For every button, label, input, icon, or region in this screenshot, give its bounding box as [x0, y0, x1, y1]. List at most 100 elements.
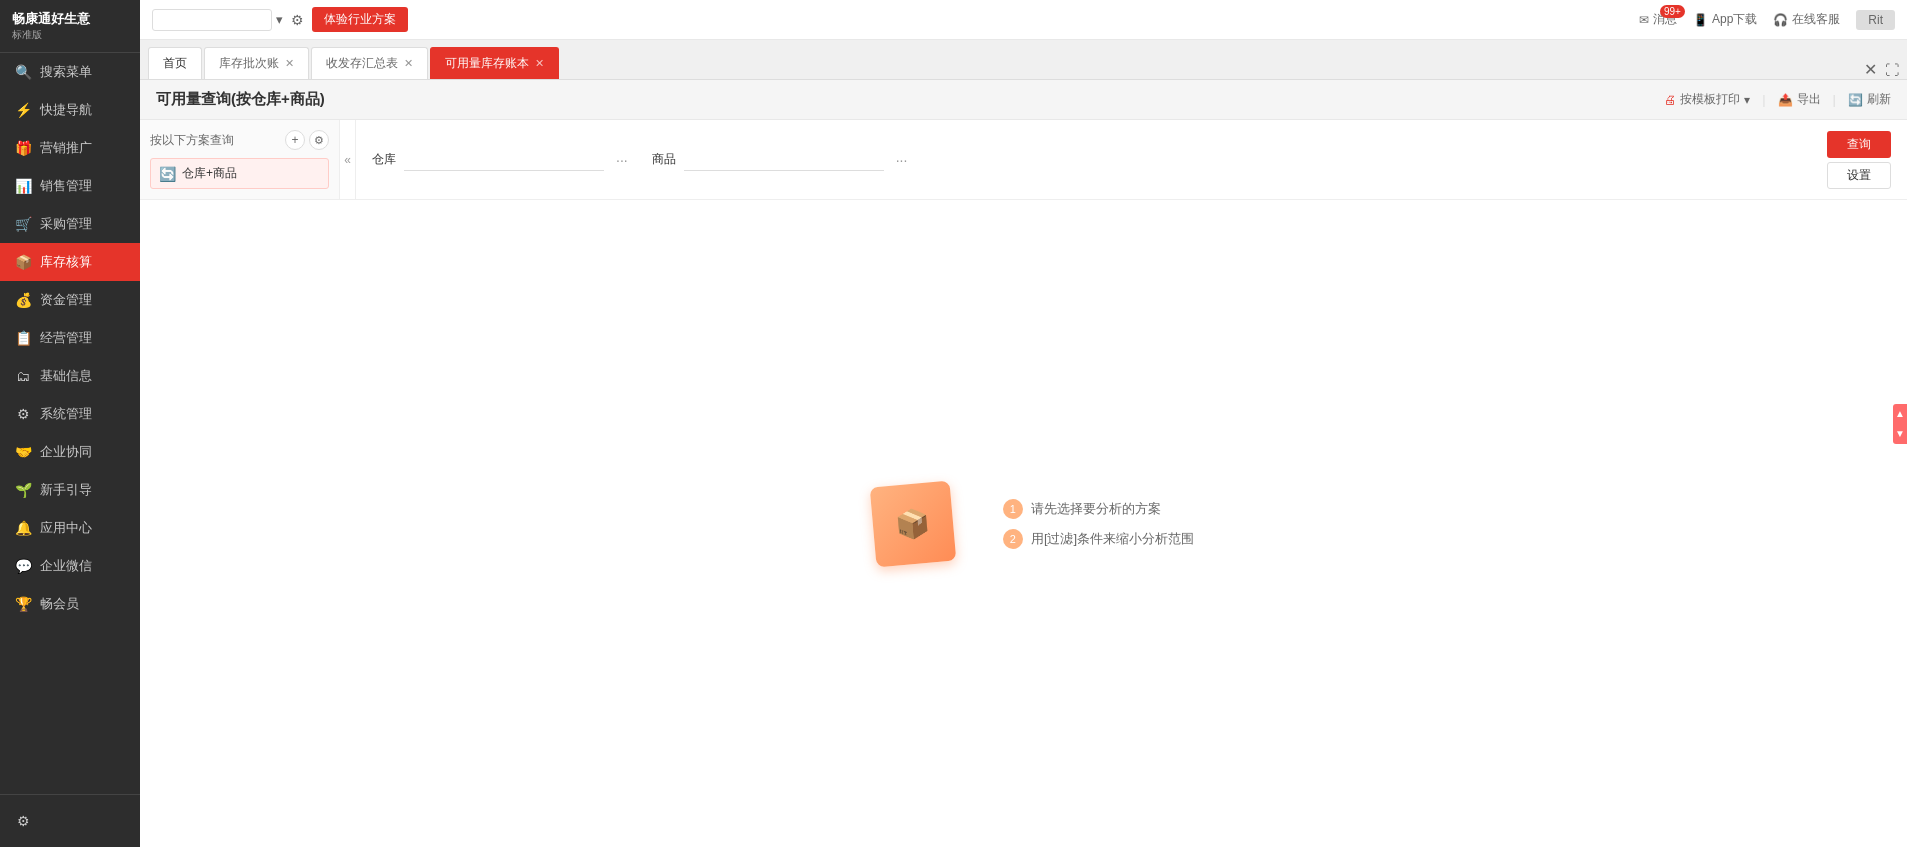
filter-scheme-header: 按以下方案查询 + ⚙: [150, 130, 329, 150]
scroll-up-arrow[interactable]: ▲: [1893, 404, 1907, 424]
headset-icon: 🎧: [1773, 13, 1788, 27]
ops-icon: 📋: [14, 330, 32, 346]
sidebar-item-label: 营销推广: [40, 139, 92, 157]
settings-icon[interactable]: ⚙: [291, 12, 304, 28]
search-icon: 🔍: [14, 64, 32, 80]
sidebar-item-label: 快捷导航: [40, 101, 92, 119]
refresh-label: 刷新: [1867, 91, 1891, 108]
app-download-btn[interactable]: 📱 App下载: [1693, 11, 1757, 28]
filter-scheme-title: 按以下方案查询: [150, 132, 234, 149]
sidebar-item-label: 应用中心: [40, 519, 92, 537]
tab-receive-summary-close-icon[interactable]: ✕: [404, 57, 413, 70]
sidebar-item-system[interactable]: ⚙ 系统管理: [0, 395, 140, 433]
sidebar-item-label: 系统管理: [40, 405, 92, 423]
sidebar-item-finance[interactable]: 💰 资金管理: [0, 281, 140, 319]
print-icon: 🖨: [1664, 93, 1676, 107]
industry-btn[interactable]: 体验行业方案: [312, 7, 408, 32]
tab-batch-account[interactable]: 库存批次账 ✕: [204, 47, 309, 79]
print-btn[interactable]: 🖨 按模板打印 ▾: [1664, 91, 1750, 108]
box-face-icon: 📦: [894, 506, 932, 542]
tab-home-label: 首页: [163, 55, 187, 72]
tab-receive-summary-label: 收发存汇总表: [326, 55, 398, 72]
page-actions: 🖨 按模板打印 ▾ | 📤 导出 | 🔄 刷新: [1664, 91, 1891, 108]
sidebar-item-vip[interactable]: 🏆 畅会员: [0, 585, 140, 623]
warehouse-input[interactable]: [404, 148, 604, 171]
sidebar-item-label: 搜索菜单: [40, 63, 92, 81]
sidebar-item-label: 企业微信: [40, 557, 92, 575]
chat-icon: 💬: [14, 558, 32, 574]
sidebar-item-app-center[interactable]: 🔔 应用中心: [0, 509, 140, 547]
refresh-icon: 🔄: [1848, 93, 1863, 107]
service-label: 在线客服: [1792, 11, 1840, 28]
sidebar-item-inventory[interactable]: 📦 库存核算: [0, 243, 140, 281]
app-version: 标准版: [12, 28, 128, 42]
tab-close-all-btn[interactable]: ✕: [1864, 60, 1877, 79]
tip-num-2: 2: [1003, 529, 1023, 549]
folder-icon: 🗂: [14, 368, 32, 384]
goods-input[interactable]: [684, 148, 884, 171]
print-dropdown-icon[interactable]: ▾: [1744, 93, 1750, 107]
query-btn[interactable]: 查询: [1827, 131, 1891, 158]
tab-available-book[interactable]: 可用量库存账本 ✕: [430, 47, 559, 79]
sidebar-item-newbie[interactable]: 🌱 新手引导: [0, 471, 140, 509]
sidebar-item-search[interactable]: 🔍 搜索菜单: [0, 53, 140, 91]
crown-icon: 🏆: [14, 596, 32, 612]
separator-2: |: [1833, 92, 1836, 107]
plant-icon: 🌱: [14, 482, 32, 498]
gear-icon: ⚙: [14, 406, 32, 422]
handshake-icon: 🤝: [14, 444, 32, 460]
tab-batch-account-close-icon[interactable]: ✕: [285, 57, 294, 70]
sidebar-item-settings-bottom[interactable]: ⚙: [0, 803, 140, 839]
scheme-settings-btn[interactable]: ⚙: [309, 130, 329, 150]
sidebar-item-purchase[interactable]: 🛒 采购管理: [0, 205, 140, 243]
dropdown-arrow-icon[interactable]: ▾: [276, 12, 283, 27]
filter-conditions: 仓库 ··· 商品 ··· 查询 设置: [356, 120, 1907, 199]
shortcut-icon: ⚡: [14, 102, 32, 118]
scheme-item-label: 仓库+商品: [182, 165, 237, 182]
settings-bottom-icon: ⚙: [14, 813, 32, 829]
scheme-item-icon: 🔄: [159, 166, 176, 182]
goods-more-btn[interactable]: ···: [892, 148, 912, 172]
scheme-item-warehouse-goods[interactable]: 🔄 仓库+商品: [150, 158, 329, 189]
sidebar-item-corp-wechat[interactable]: 💬 企业微信: [0, 547, 140, 585]
app-label: App下载: [1712, 11, 1757, 28]
tab-bar: 首页 库存批次账 ✕ 收发存汇总表 ✕ 可用量库存账本 ✕ ✕ ⛶: [140, 40, 1907, 80]
sidebar-item-label: 销售管理: [40, 177, 92, 195]
tab-expand-icon[interactable]: ⛶: [1885, 62, 1899, 78]
separator-1: |: [1762, 92, 1765, 107]
tab-available-book-close-icon[interactable]: ✕: [535, 57, 544, 70]
scroll-down-arrow[interactable]: ▼: [1893, 424, 1907, 444]
sidebar-item-sales[interactable]: 📊 销售管理: [0, 167, 140, 205]
sidebar-nav: 🔍 搜索菜单 ⚡ 快捷导航 🎁 营销推广 📊 销售管理 🛒 采购管理 📦 库存核…: [0, 53, 140, 794]
tab-home[interactable]: 首页: [148, 47, 202, 79]
refresh-btn[interactable]: 🔄 刷新: [1848, 91, 1891, 108]
chevron-left-icon: «: [344, 153, 351, 167]
warehouse-label: 仓库: [372, 151, 396, 168]
tabs-right-actions: ✕ ⛶: [1864, 60, 1899, 79]
empty-tip-2: 2 用[过滤]条件来缩小分析范围: [1003, 529, 1194, 549]
warehouse-more-btn[interactable]: ···: [612, 148, 632, 172]
empty-state: 📦 1 请先选择要分析的方案 2 用[过滤]条件来缩小分析范围: [140, 200, 1907, 847]
search-input[interactable]: [152, 9, 272, 31]
online-service-btn[interactable]: 🎧 在线客服: [1773, 11, 1840, 28]
tab-batch-account-label: 库存批次账: [219, 55, 279, 72]
scroll-indicator[interactable]: ▲ ▼: [1893, 404, 1907, 444]
sidebar-header: 畅康通好生意 标准版: [0, 0, 140, 53]
message-btn[interactable]: ✉ 消息 99+: [1639, 11, 1677, 28]
filter-settings-btn[interactable]: 设置: [1827, 162, 1891, 189]
sidebar-item-operations[interactable]: 📋 经营管理: [0, 319, 140, 357]
main-area: ▾ ⚙ 体验行业方案 ✉ 消息 99+ 📱 App下载 🎧 在线客服 Rit 首…: [140, 0, 1907, 847]
export-label: 导出: [1797, 91, 1821, 108]
sidebar-item-marketing[interactable]: 🎁 营销推广: [0, 129, 140, 167]
sidebar-item-shortcut[interactable]: ⚡ 快捷导航: [0, 91, 140, 129]
empty-tip-1: 1 请先选择要分析的方案: [1003, 499, 1194, 519]
tip-text-1: 请先选择要分析的方案: [1031, 500, 1161, 518]
empty-illustration: 📦: [853, 464, 973, 584]
sidebar-item-enterprise[interactable]: 🤝 企业协同: [0, 433, 140, 471]
tab-receive-summary[interactable]: 收发存汇总表 ✕: [311, 47, 428, 79]
filter-collapse-btn[interactable]: «: [340, 120, 356, 199]
sidebar-item-basic[interactable]: 🗂 基础信息: [0, 357, 140, 395]
add-scheme-btn[interactable]: +: [285, 130, 305, 150]
user-avatar[interactable]: Rit: [1856, 10, 1895, 30]
export-btn[interactable]: 📤 导出: [1778, 91, 1821, 108]
